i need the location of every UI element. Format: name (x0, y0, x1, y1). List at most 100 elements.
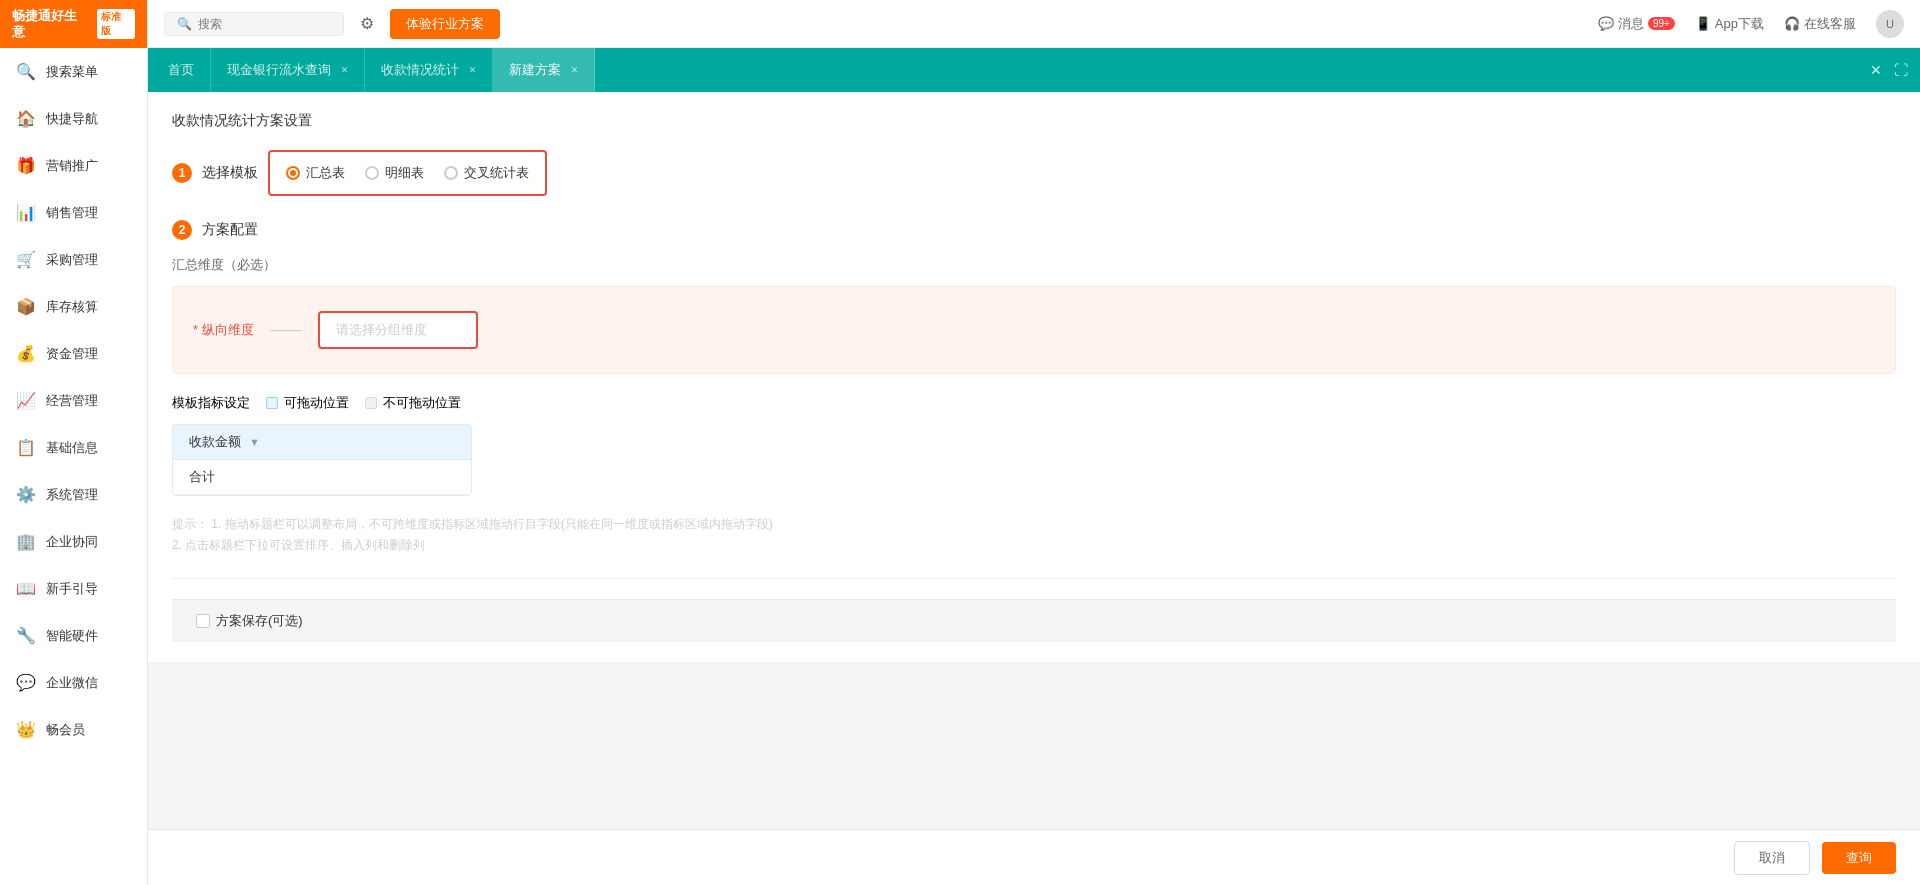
dimension-row: 纵向维度 —— 请选择分组维度 (193, 311, 1875, 349)
sidebar-item-operation[interactable]: 📈 经营管理 (0, 377, 147, 424)
sidebar-item-label: 智能硬件 (46, 627, 98, 645)
notification-button[interactable]: 💬 消息 99+ (1598, 15, 1675, 33)
system-icon: ⚙️ (16, 485, 36, 504)
sidebar-item-weixin[interactable]: 💬 企业微信 (0, 659, 147, 706)
service-button[interactable]: 🎧 在线客服 (1784, 15, 1856, 33)
sidebar-item-search-menu[interactable]: 🔍 搜索菜单 (0, 48, 147, 95)
radio-detail-btn[interactable] (365, 166, 379, 180)
bottom-bar: 取消 查询 (148, 829, 1920, 885)
avatar[interactable]: U (1876, 10, 1904, 38)
header-search-box[interactable]: 🔍 (164, 12, 344, 36)
save-checkbox-label: 方案保存(可选) (216, 612, 303, 630)
tab-cash-flow-close[interactable]: × (341, 63, 348, 77)
sidebar-item-member[interactable]: 👑 畅会员 (0, 706, 147, 753)
sidebar-item-label: 快捷导航 (46, 110, 98, 128)
weixin-icon: 💬 (16, 673, 36, 692)
metrics-table-header[interactable]: 收款金额 ▼ (173, 425, 471, 460)
radio-cross-btn[interactable] (444, 166, 458, 180)
tab-receipts-close[interactable]: × (469, 63, 476, 77)
sidebar-item-label: 搜索菜单 (46, 63, 98, 81)
download-button[interactable]: 📱 App下载 (1695, 15, 1764, 33)
sidebar-item-quick-nav[interactable]: 🏠 快捷导航 (0, 95, 147, 142)
tab-new-plan-label: 新建方案 (509, 61, 561, 79)
tab-cash-flow-label: 现金银行流水查询 (227, 61, 331, 79)
search-icon: 🔍 (177, 17, 192, 31)
divider (172, 578, 1896, 579)
settings-icon[interactable]: ⚙ (360, 14, 374, 33)
metrics-header-text: 收款金额 (189, 433, 241, 451)
tab-home[interactable]: 首页 (148, 48, 211, 92)
radio-detail-label: 明细表 (385, 164, 424, 182)
radio-summary-btn[interactable] (286, 166, 300, 180)
metrics-table: 收款金额 ▼ 合计 (172, 424, 472, 496)
logo-text: 畅捷通好生意 (12, 8, 89, 39)
sidebar-item-hardware[interactable]: 🔧 智能硬件 (0, 612, 147, 659)
sidebar-item-label: 系统管理 (46, 486, 98, 504)
sidebar-item-finance[interactable]: 💰 资金管理 (0, 330, 147, 377)
sidebar-item-basic[interactable]: 📋 基础信息 (0, 424, 147, 471)
operation-icon: 📈 (16, 391, 36, 410)
sidebar-item-sales[interactable]: 📊 销售管理 (0, 189, 147, 236)
step1-title: 选择模板 (202, 164, 258, 182)
save-checkbox-box[interactable] (196, 614, 210, 628)
sidebar-item-marketing[interactable]: 🎁 营销推广 (0, 142, 147, 189)
tab-expand-icon[interactable]: ⛶ (1894, 62, 1908, 78)
box-icon: 📦 (16, 297, 36, 316)
sidebar-item-label: 企业微信 (46, 674, 98, 692)
query-button[interactable]: 查询 (1822, 842, 1896, 874)
hardware-icon: 🔧 (16, 626, 36, 645)
search-input[interactable] (198, 17, 338, 31)
arrow-icon: —— (270, 321, 302, 339)
tab-new-plan-close[interactable]: × (571, 63, 578, 77)
tab-receipts[interactable]: 收款情况统计 × (365, 48, 493, 92)
service-icon: 🎧 (1784, 16, 1800, 31)
logo: 畅捷通好生意 标准版 (0, 0, 147, 48)
hint-line-1: 提示： 1. 拖动标题栏可以调整布局，不可跨维度或指标区域拖动行目字段(只能在同… (172, 516, 1896, 533)
avatar-text: U (1886, 18, 1894, 30)
sidebar-item-label: 销售管理 (46, 204, 98, 222)
sidebar-item-label: 采购管理 (46, 251, 98, 269)
sidebar-item-label: 新手引导 (46, 580, 98, 598)
dimension-select[interactable]: 请选择分组维度 (318, 311, 478, 349)
cart-icon: 🛒 (16, 250, 36, 269)
tab-new-plan[interactable]: 新建方案 × (493, 48, 595, 92)
tab-close-all-icon[interactable]: ✕ (1870, 62, 1882, 78)
dimension-area: 纵向维度 —— 请选择分组维度 (172, 286, 1896, 374)
sidebar-item-label: 资金管理 (46, 345, 98, 363)
sidebar-item-label: 库存核算 (46, 298, 98, 316)
sidebar-item-inventory[interactable]: 📦 库存核算 (0, 283, 147, 330)
search-menu-icon: 🔍 (16, 62, 36, 81)
home-icon: 🏠 (16, 109, 36, 128)
radio-cross-label: 交叉统计表 (464, 164, 529, 182)
tab-bar-actions: ✕ ⛶ (1870, 48, 1920, 92)
tab-cash-flow[interactable]: 现金银行流水查询 × (211, 48, 365, 92)
page-content: 收款情况统计方案设置 1 选择模板 汇总表 明细表 (148, 92, 1920, 829)
template-selector: 汇总表 明细表 交叉统计表 (268, 150, 547, 196)
page-inner: 收款情况统计方案设置 1 选择模板 汇总表 明细表 (148, 92, 1920, 662)
sidebar-item-enterprise[interactable]: 🏢 企业协同 (0, 518, 147, 565)
sidebar-item-label: 经营管理 (46, 392, 98, 410)
sidebar-item-label: 企业协同 (46, 533, 98, 551)
radio-summary-label: 汇总表 (306, 164, 345, 182)
sidebar-item-purchase[interactable]: 🛒 采购管理 (0, 236, 147, 283)
top-header: 🔍 ⚙ 体验行业方案 💬 消息 99+ 📱 App下载 🎧 在线客服 U (148, 0, 1920, 48)
sidebar-item-guide[interactable]: 📖 新手引导 (0, 565, 147, 612)
trial-button[interactable]: 体验行业方案 (390, 9, 500, 39)
notification-label: 消息 (1618, 15, 1644, 33)
legend-fixed: 不可拖动位置 (365, 394, 461, 412)
step1-header: 1 选择模板 汇总表 明细表 交叉统计表 (172, 150, 1896, 196)
metrics-dropdown-icon[interactable]: ▼ (249, 436, 260, 448)
money-icon: 💰 (16, 344, 36, 363)
radio-cross[interactable]: 交叉统计表 (444, 164, 529, 182)
radio-summary[interactable]: 汇总表 (286, 164, 345, 182)
step1-section: 1 选择模板 汇总表 明细表 交叉统计表 (172, 150, 1896, 196)
cancel-button[interactable]: 取消 (1734, 841, 1810, 875)
save-checkbox[interactable]: 方案保存(可选) (196, 612, 303, 630)
vertical-dimension-label: 纵向维度 (193, 321, 254, 339)
radio-detail[interactable]: 明细表 (365, 164, 424, 182)
dimension-section-title: 汇总维度（必选） (172, 256, 1896, 274)
tab-bar: 首页 现金银行流水查询 × 收款情况统计 × 新建方案 × ✕ ⛶ (148, 48, 1920, 92)
sidebar-item-system[interactable]: ⚙️ 系统管理 (0, 471, 147, 518)
chart-icon: 📊 (16, 203, 36, 222)
tab-receipts-label: 收款情况统计 (381, 61, 459, 79)
